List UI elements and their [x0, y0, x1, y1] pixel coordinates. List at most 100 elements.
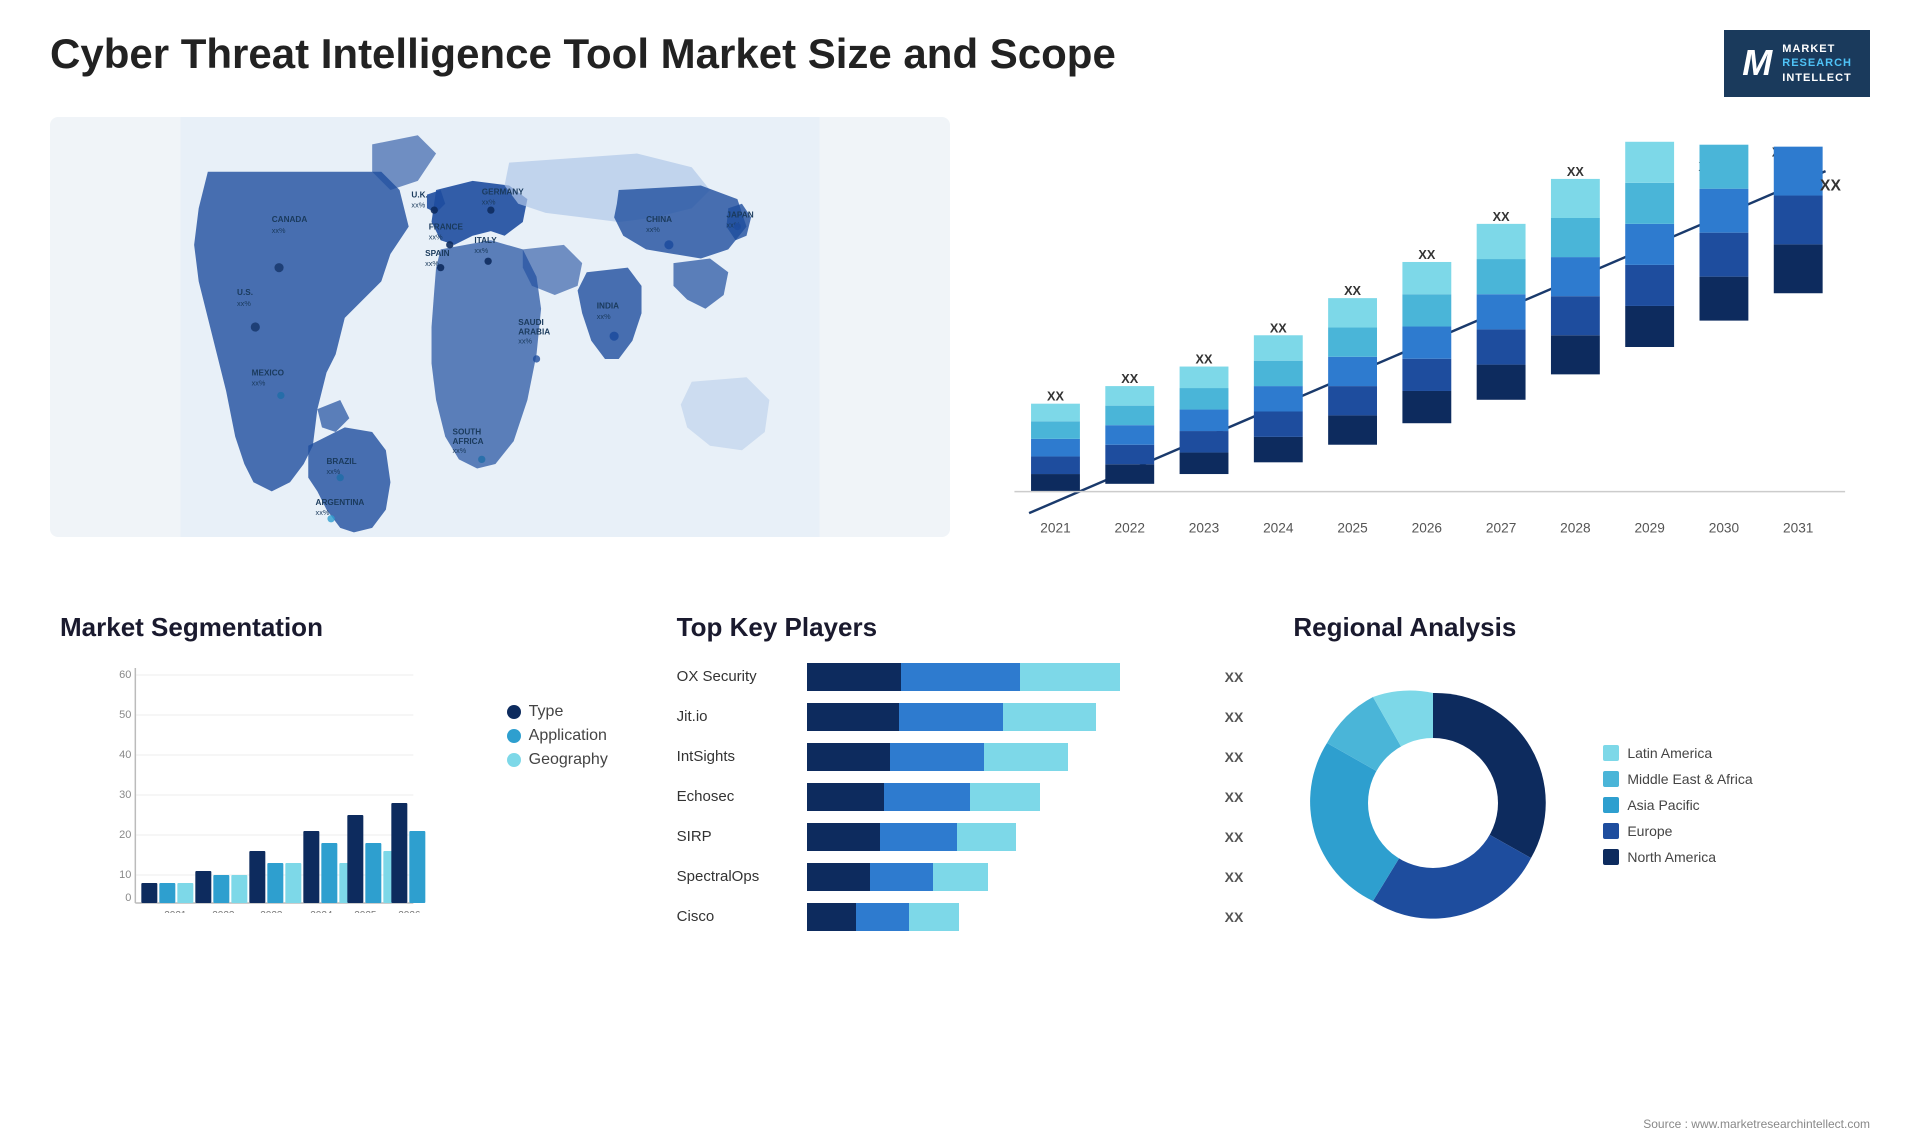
svg-text:xx%: xx%	[237, 299, 251, 308]
svg-text:ARGENTINA: ARGENTINA	[316, 498, 365, 507]
source-text: Source : www.marketresearchintellect.com	[1643, 1117, 1870, 1131]
svg-text:SOUTH: SOUTH	[453, 428, 482, 437]
header: Cyber Threat Intelligence Tool Market Si…	[50, 30, 1870, 97]
regional-title: Regional Analysis	[1293, 612, 1860, 643]
svg-text:xx%: xx%	[597, 312, 611, 321]
svg-text:2021: 2021	[1040, 521, 1070, 536]
svg-text:20: 20	[119, 829, 131, 841]
player-name: Echosec	[677, 788, 797, 805]
asia-pacific-color	[1603, 797, 1619, 813]
svg-text:xx%: xx%	[316, 508, 330, 517]
asia-pacific-label: Asia Pacific	[1627, 797, 1699, 813]
svg-text:XX: XX	[1047, 390, 1064, 404]
svg-text:XX: XX	[1270, 321, 1287, 335]
segmentation-section: Market Segmentation 60 50 40 30 20 10 0	[50, 602, 637, 958]
player-name: OX Security	[677, 668, 797, 685]
svg-text:xx%: xx%	[474, 246, 488, 255]
geography-dot	[507, 753, 521, 767]
svg-text:XX: XX	[1196, 353, 1213, 367]
svg-text:xx%: xx%	[646, 225, 660, 234]
svg-text:2029: 2029	[1634, 521, 1664, 536]
svg-text:XX: XX	[1344, 284, 1361, 298]
world-map: CANADA xx% U.S. xx% MEXICO xx% BRAZIL xx…	[50, 117, 950, 537]
svg-text:XX: XX	[1418, 248, 1435, 262]
player-row: IntSights XX	[677, 743, 1244, 771]
seg-legend: Type Application Geography	[507, 703, 627, 769]
svg-text:INDIA: INDIA	[597, 302, 619, 311]
segmentation-title: Market Segmentation	[60, 612, 627, 643]
bar-chart-section: XX XX XX XX	[970, 117, 1870, 582]
north-america-label: North America	[1627, 849, 1716, 865]
players-section: Top Key Players OX Security XX Jit.io	[667, 602, 1254, 958]
middle-east-africa-label: Middle East & Africa	[1627, 771, 1752, 787]
player-bar	[807, 703, 1209, 731]
svg-text:2022: 2022	[1115, 521, 1145, 536]
legend-application: Application	[507, 727, 627, 745]
svg-text:ARABIA: ARABIA	[518, 327, 550, 336]
europe-label: Europe	[1627, 823, 1672, 839]
svg-text:2025: 2025	[354, 910, 377, 913]
application-dot	[507, 729, 521, 743]
svg-text:2026: 2026	[398, 910, 421, 913]
player-xx: XX	[1225, 749, 1244, 765]
type-dot	[507, 705, 521, 719]
player-bar	[807, 783, 1209, 811]
svg-text:SAUDI: SAUDI	[518, 318, 544, 327]
svg-text:0: 0	[125, 892, 131, 904]
latin-america-color	[1603, 745, 1619, 761]
legend-latin-america: Latin America	[1603, 745, 1752, 761]
player-row: SIRP XX	[677, 823, 1244, 851]
svg-text:2024: 2024	[1263, 521, 1294, 536]
svg-text:xx%: xx%	[429, 232, 443, 241]
application-label: Application	[529, 727, 607, 745]
svg-text:FRANCE: FRANCE	[429, 222, 464, 231]
legend-europe: Europe	[1603, 823, 1752, 839]
page-container: Cyber Threat Intelligence Tool Market Si…	[0, 0, 1920, 1146]
svg-text:xx%: xx%	[272, 226, 286, 235]
svg-text:SPAIN: SPAIN	[425, 249, 450, 258]
player-xx: XX	[1225, 829, 1244, 845]
page-title: Cyber Threat Intelligence Tool Market Si…	[50, 30, 1116, 78]
svg-text:xx%: xx%	[411, 200, 425, 209]
player-row: SpectralOps XX	[677, 863, 1244, 891]
svg-text:2027: 2027	[1486, 521, 1516, 536]
player-bar	[807, 663, 1209, 691]
geography-label: Geography	[529, 751, 608, 769]
player-row: Echosec XX	[677, 783, 1244, 811]
svg-text:2022: 2022	[212, 910, 235, 913]
svg-text:2023: 2023	[260, 910, 283, 913]
legend-asia-pacific: Asia Pacific	[1603, 797, 1752, 813]
svg-text:xx%: xx%	[252, 378, 266, 387]
legend-north-america: North America	[1603, 849, 1752, 865]
donut-chart	[1293, 663, 1573, 948]
svg-text:40: 40	[119, 749, 131, 761]
player-name: IntSights	[677, 748, 797, 765]
svg-text:2024: 2024	[310, 910, 333, 913]
regional-section: Regional Analysis	[1283, 602, 1870, 958]
player-xx: XX	[1225, 909, 1244, 925]
bottom-grid: Market Segmentation 60 50 40 30 20 10 0	[50, 602, 1870, 958]
svg-text:2021: 2021	[164, 910, 187, 913]
svg-text:XX: XX	[1567, 165, 1584, 179]
svg-text:xx%: xx%	[453, 446, 467, 455]
logo-box: M MARKETRESEARCHINTELLECT	[1724, 30, 1870, 97]
regional-legend: Latin America Middle East & Africa Asia …	[1603, 745, 1752, 865]
player-row: Jit.io XX	[677, 703, 1244, 731]
svg-text:AFRICA: AFRICA	[453, 437, 484, 446]
svg-text:2031: 2031	[1783, 521, 1813, 536]
players-list: OX Security XX Jit.io	[677, 663, 1244, 931]
player-bar	[807, 863, 1209, 891]
svg-text:xx%: xx%	[518, 336, 532, 345]
player-row: OX Security XX	[677, 663, 1244, 691]
svg-text:U.K.: U.K.	[411, 190, 427, 199]
player-xx: XX	[1225, 869, 1244, 885]
svg-text:xx%: xx%	[482, 198, 496, 207]
north-america-color	[1603, 849, 1619, 865]
svg-text:U.S.: U.S.	[237, 288, 253, 297]
logo-area: M MARKETRESEARCHINTELLECT	[1724, 30, 1870, 97]
player-name: Jit.io	[677, 708, 797, 725]
svg-text:2025: 2025	[1337, 521, 1368, 536]
player-bar	[807, 743, 1209, 771]
legend-geography: Geography	[507, 751, 627, 769]
svg-text:50: 50	[119, 709, 131, 721]
